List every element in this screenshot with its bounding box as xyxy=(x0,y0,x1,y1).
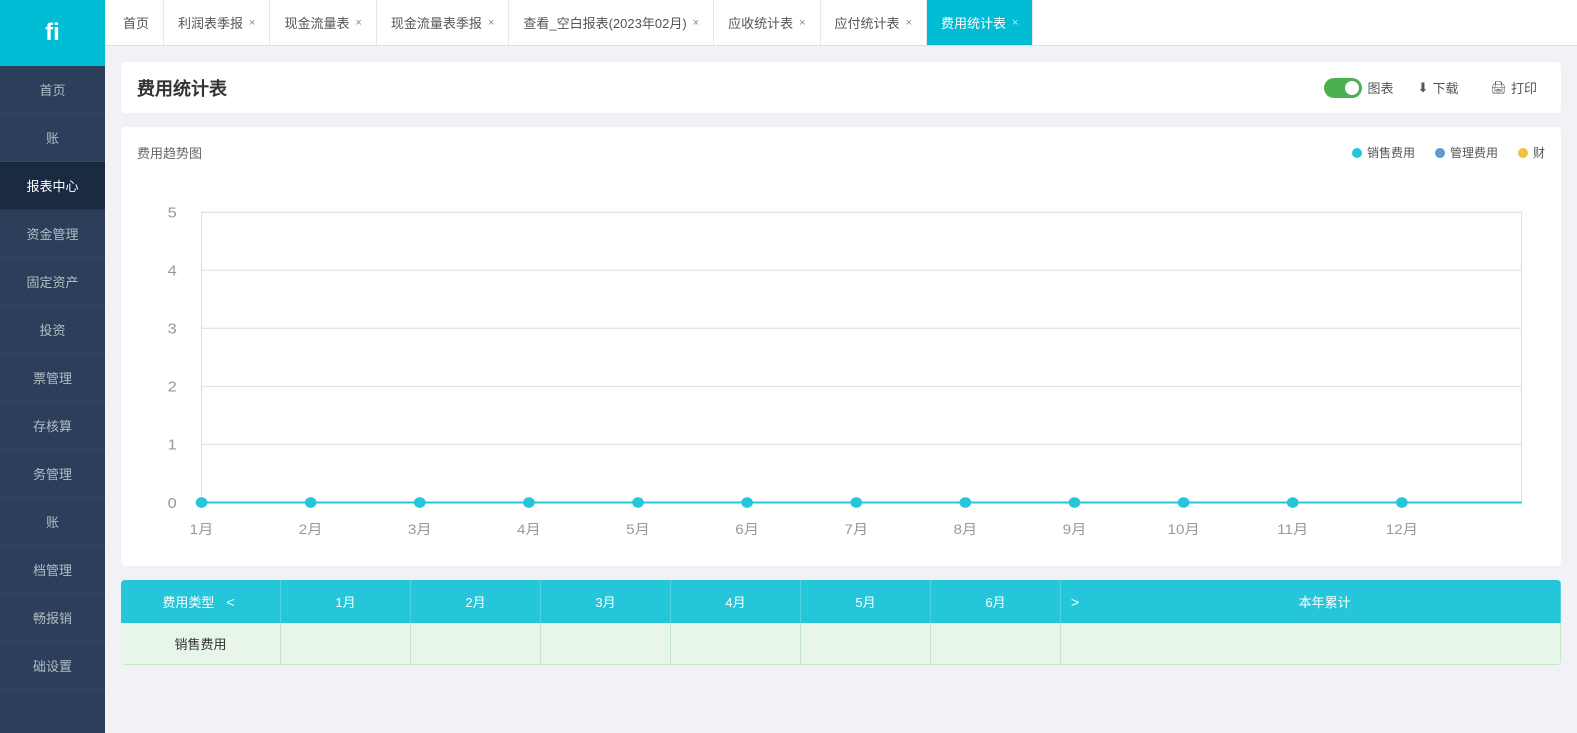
chart-title: 费用趋势图 xyxy=(137,143,202,162)
chart-header: 费用趋势图 销售费用 管理费用 财 xyxy=(137,143,1545,162)
close-icon[interactable]: × xyxy=(1012,17,1018,29)
svg-text:8月: 8月 xyxy=(954,523,978,538)
close-icon[interactable]: × xyxy=(488,17,494,29)
chart-toggle-label: 图表 xyxy=(1368,78,1394,97)
chart-toggle[interactable] xyxy=(1324,78,1362,98)
legend-dot-mgmt xyxy=(1435,148,1445,158)
svg-text:12月: 12月 xyxy=(1386,523,1418,538)
table-section: 费用类型 < 1月 2月 3月 4月 5月 6月 > 本年累计 销售费用 xyxy=(121,580,1561,665)
td-type: 销售费用 xyxy=(121,623,281,664)
th-type-label: 费用类型 xyxy=(162,592,214,611)
sidebar-item-finance[interactable]: 资金管理 xyxy=(0,210,105,258)
close-icon[interactable]: × xyxy=(249,17,255,29)
svg-text:3月: 3月 xyxy=(408,523,432,538)
header-actions: 图表 ⬇ 下载 🖨 打印 xyxy=(1324,74,1545,101)
download-icon: ⬇ xyxy=(1418,80,1429,96)
sidebar-item-invest[interactable]: 投资 xyxy=(0,306,105,354)
th-month-5: 5月 xyxy=(801,580,931,623)
svg-text:10月: 10月 xyxy=(1168,523,1200,538)
svg-text:1: 1 xyxy=(168,437,177,453)
svg-text:4: 4 xyxy=(168,263,177,279)
tab-home[interactable]: 首页 xyxy=(109,0,164,46)
legend-dot-sales xyxy=(1352,148,1362,158)
td-cumul xyxy=(1061,623,1561,664)
legend-label-sales: 销售费用 xyxy=(1367,144,1415,161)
content-area: 费用统计表 图表 ⬇ 下载 🖨 打印 费用趋势图 xyxy=(105,46,1577,733)
sidebar-item-stock[interactable]: 存核算 xyxy=(0,402,105,450)
svg-text:11月: 11月 xyxy=(1277,523,1308,538)
legend-sales: 销售费用 xyxy=(1352,144,1415,161)
chart-toggle-wrap: 图表 xyxy=(1324,78,1394,98)
sidebar-item-assets[interactable]: 固定资产 xyxy=(0,258,105,306)
th-month-1: 1月 xyxy=(281,580,411,623)
sidebar-item-account[interactable]: 账 xyxy=(0,114,105,162)
table-header-row: 费用类型 < 1月 2月 3月 4月 5月 6月 > 本年累计 xyxy=(121,580,1561,623)
sidebar-item-archive[interactable]: 档管理 xyxy=(0,546,105,594)
tab-expense[interactable]: 费用统计表 × xyxy=(927,0,1033,46)
chart-container: 0 1 2 3 4 5 xyxy=(137,170,1545,550)
svg-text:3: 3 xyxy=(168,321,177,337)
tab-cashflow[interactable]: 现金流量表 × xyxy=(270,0,376,46)
tab-receivable[interactable]: 应收统计表 × xyxy=(714,0,820,46)
tab-bar: 首页 利润表季报 × 现金流量表 × 现金流量表季报 × 查看_空白报表(202… xyxy=(105,0,1577,46)
sidebar-item-expense[interactable]: 畅报销 xyxy=(0,594,105,642)
page-header: 费用统计表 图表 ⬇ 下载 🖨 打印 xyxy=(121,62,1561,113)
th-month-2: 2月 xyxy=(411,580,541,623)
tab-payable[interactable]: 应付统计表 × xyxy=(821,0,927,46)
legend-label-finance: 财 xyxy=(1533,144,1545,161)
svg-text:2: 2 xyxy=(168,379,177,395)
tab-profit-quarterly[interactable]: 利润表季报 × xyxy=(164,0,270,46)
svg-text:0: 0 xyxy=(168,495,177,511)
sidebar-item-ledger[interactable]: 账 xyxy=(0,498,105,546)
svg-text:2月: 2月 xyxy=(299,523,323,538)
sidebar-item-tickets[interactable]: 票管理 xyxy=(0,354,105,402)
td-val-1 xyxy=(281,623,411,664)
td-val-2 xyxy=(411,623,541,664)
svg-text:5月: 5月 xyxy=(626,523,650,538)
svg-text:6月: 6月 xyxy=(735,523,759,538)
sidebar-item-reports[interactable]: 报表中心 xyxy=(0,162,105,210)
legend-label-mgmt: 管理费用 xyxy=(1450,144,1498,161)
prev-nav-button[interactable]: < xyxy=(222,594,238,610)
download-button[interactable]: ⬇ 下载 xyxy=(1410,74,1467,101)
table-row: 销售费用 xyxy=(121,623,1561,665)
th-cumul: 本年累计 xyxy=(1089,580,1561,623)
tab-cashflow-quarterly[interactable]: 现金流量表季报 × xyxy=(377,0,509,46)
th-month-6: 6月 xyxy=(931,580,1061,623)
svg-text:1月: 1月 xyxy=(190,523,214,538)
print-icon: 🖨 xyxy=(1490,80,1507,96)
sidebar-item-service[interactable]: 务管理 xyxy=(0,450,105,498)
td-val-6 xyxy=(931,623,1061,664)
close-icon[interactable]: × xyxy=(693,17,699,29)
sidebar-item-home[interactable]: 首页 xyxy=(0,66,105,114)
sidebar-logo: fi xyxy=(0,0,105,66)
td-val-4 xyxy=(671,623,801,664)
print-button[interactable]: 🖨 打印 xyxy=(1482,74,1545,101)
legend-finance: 财 xyxy=(1518,144,1545,161)
sidebar: fi 首页 账 报表中心 资金管理 固定资产 投资 票管理 存核算 务管理 账 … xyxy=(0,0,105,733)
tab-blank-report[interactable]: 查看_空白报表(2023年02月) × xyxy=(509,0,714,46)
sidebar-item-settings[interactable]: 础设置 xyxy=(0,642,105,690)
td-val-3 xyxy=(541,623,671,664)
legend-dot-finance xyxy=(1518,148,1528,158)
next-nav-button[interactable]: > xyxy=(1061,580,1089,623)
close-icon[interactable]: × xyxy=(906,17,912,29)
td-val-5 xyxy=(801,623,931,664)
close-icon[interactable]: × xyxy=(355,17,361,29)
main-area: 首页 利润表季报 × 现金流量表 × 现金流量表季报 × 查看_空白报表(202… xyxy=(105,0,1577,733)
close-icon[interactable]: × xyxy=(799,17,805,29)
svg-text:4月: 4月 xyxy=(517,523,541,538)
chart-svg: 0 1 2 3 4 5 xyxy=(137,170,1545,550)
th-type: 费用类型 < xyxy=(121,580,281,623)
svg-text:9月: 9月 xyxy=(1063,523,1087,538)
th-month-3: 3月 xyxy=(541,580,671,623)
legend-mgmt: 管理费用 xyxy=(1435,144,1498,161)
chart-section: 费用趋势图 销售费用 管理费用 财 xyxy=(121,127,1561,566)
svg-text:5: 5 xyxy=(168,205,177,221)
chart-legend: 销售费用 管理费用 财 xyxy=(1352,144,1545,161)
page-title: 费用统计表 xyxy=(137,75,227,101)
th-month-4: 4月 xyxy=(671,580,801,623)
svg-text:7月: 7月 xyxy=(844,523,868,538)
